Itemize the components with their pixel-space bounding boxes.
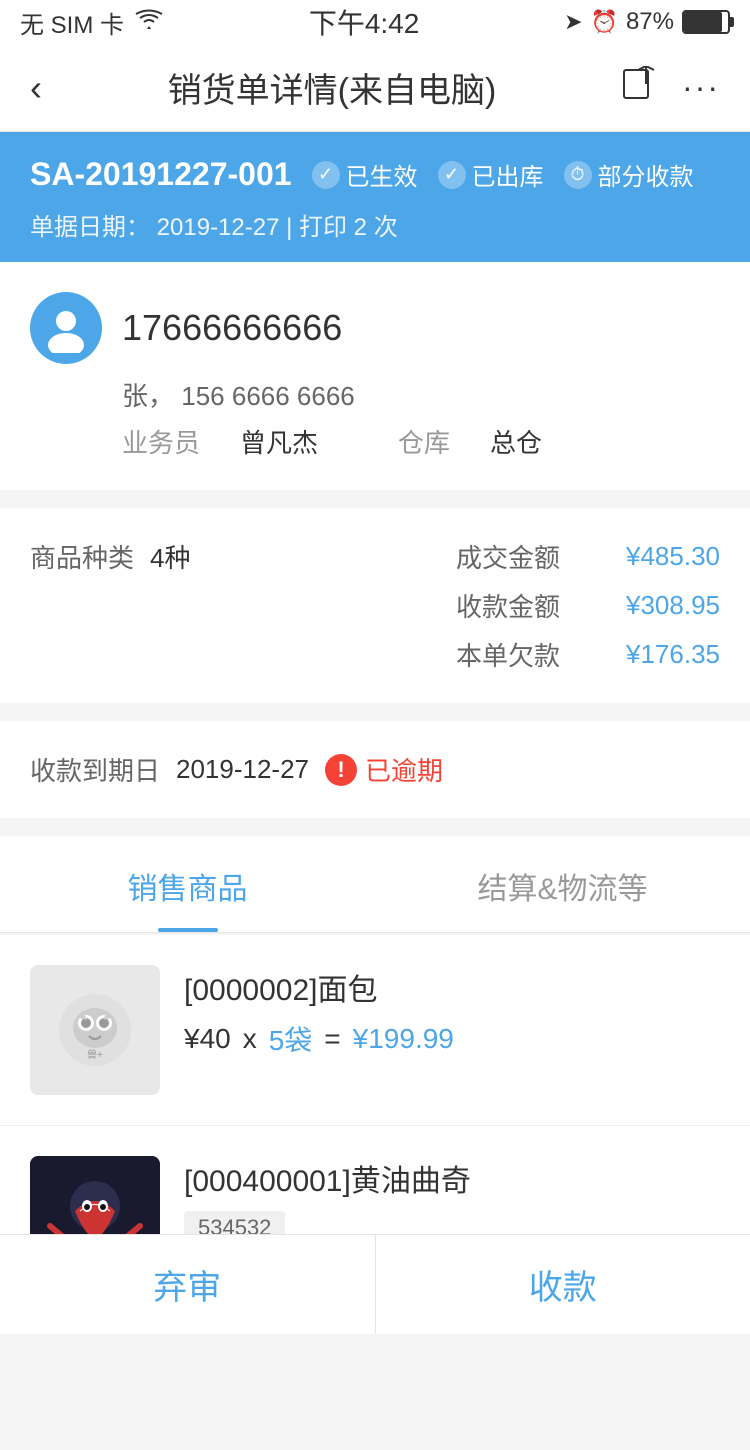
svg-text:兽+: 兽+ — [87, 1048, 103, 1061]
customer-info-row: 业务员 曾凡杰 仓库 总仓 — [122, 423, 720, 460]
clock-icon: ⏱ — [564, 161, 592, 189]
alarm-icon: ⏰ — [591, 9, 618, 35]
customer-name-phone: 张， 156 6666 6666 — [122, 376, 720, 413]
back-button[interactable]: ‹ — [30, 67, 42, 109]
customer-section: 17666666666 张， 156 6666 6666 业务员 曾凡杰 仓库 … — [0, 262, 750, 490]
product-info-1: [0000002]面包 ¥40 x 5袋 = ¥199.99 — [184, 965, 720, 1059]
carrier-label: 无 SIM 卡 — [20, 5, 124, 40]
due-date-value: 2019-12-27 — [176, 754, 309, 785]
divider-3 — [0, 820, 750, 836]
nav-bar: ‹ 销货单详情(来自电脑) ··· — [0, 44, 750, 132]
warehouse-value: 总仓 — [490, 423, 542, 460]
time-display: 下午4:42 — [309, 2, 420, 42]
cancel-button[interactable]: 弃审 — [0, 1235, 376, 1334]
order-meta: 单据日期： 2019-12-27 | 打印 2 次 — [30, 207, 720, 242]
due-section: 收款到期日 2019-12-27 ! 已逾期 — [0, 721, 750, 818]
salesperson-value: 曾凡杰 — [240, 423, 318, 460]
deal-amount-row: 成交金额 ¥485.30 — [456, 538, 720, 575]
salesperson-label: 业务员 — [122, 423, 200, 460]
tabs-section: 销售商品 结算&物流等 — [0, 836, 750, 933]
tab-settlement[interactable]: 结算&物流等 — [375, 836, 750, 932]
divider-2 — [0, 705, 750, 721]
page-title: 销货单详情(来自电脑) — [168, 63, 497, 112]
stats-right: 成交金额 ¥485.30 收款金额 ¥308.95 本单欠款 ¥176.35 — [456, 538, 720, 673]
price-base-1: ¥40 — [184, 1023, 231, 1055]
due-label: 收款到期日 — [30, 751, 160, 788]
confirm-button[interactable]: 收款 — [376, 1235, 750, 1334]
customer-avatar — [30, 292, 102, 364]
warehouse-label: 仓库 — [398, 423, 450, 460]
status-partial: ⏱ 部分收款 — [564, 157, 694, 192]
owed-value: ¥176.35 — [580, 639, 720, 670]
battery-icon — [682, 10, 730, 34]
status-left: 无 SIM 卡 — [20, 5, 164, 40]
battery-percent: 87% — [626, 8, 674, 36]
nav-actions: ··· — [622, 66, 720, 110]
deal-amount-value: ¥485.30 — [580, 541, 720, 572]
category-count: 4种 — [150, 538, 190, 575]
status-effective: ✓ 已生效 — [312, 157, 418, 192]
divider-1 — [0, 492, 750, 508]
product-price-row-1: ¥40 x 5袋 = ¥199.99 — [184, 1019, 720, 1059]
order-header: SA-20191227-001 ✓ 已生效 ✓ 已出库 ⏱ 部分收款 单据日期：… — [0, 132, 750, 262]
deal-amount-label: 成交金额 — [456, 538, 560, 575]
overdue-icon: ! — [325, 754, 357, 786]
status-right: ➤ ⏰ 87% — [564, 8, 730, 36]
customer-phone: 17666666666 — [122, 307, 342, 349]
list-item: 兽+ [0000002]面包 ¥40 x 5袋 = ¥199.99 — [0, 935, 750, 1126]
bottom-bar: 弃审 收款 — [0, 1234, 750, 1334]
product-image-1: 兽+ — [30, 965, 160, 1095]
product-name-1: [0000002]面包 — [184, 965, 720, 1009]
price-qty-1: 5袋 — [269, 1019, 313, 1059]
status-bar: 无 SIM 卡 下午4:42 ➤ ⏰ 87% — [0, 0, 750, 44]
price-total-1: ¥199.99 — [353, 1023, 454, 1055]
overdue-badge: ! 已逾期 — [325, 751, 443, 788]
received-label: 收款金额 — [456, 587, 560, 624]
order-id: SA-20191227-001 — [30, 156, 292, 193]
check-icon: ✓ — [312, 161, 340, 189]
location-icon: ➤ — [564, 9, 582, 35]
status-shipped: ✓ 已出库 — [438, 157, 544, 192]
tab-sales-products[interactable]: 销售商品 — [0, 836, 375, 932]
share-icon[interactable] — [622, 66, 658, 110]
category-label: 商品种类 — [30, 538, 134, 575]
more-icon[interactable]: ··· — [682, 69, 720, 106]
wifi-icon — [134, 8, 164, 37]
check-icon2: ✓ — [438, 161, 466, 189]
owed-label: 本单欠款 — [456, 636, 560, 673]
owed-row: 本单欠款 ¥176.35 — [456, 636, 720, 673]
received-value: ¥308.95 — [580, 590, 720, 621]
stats-left: 商品种类 4种 — [30, 538, 190, 575]
received-row: 收款金额 ¥308.95 — [456, 587, 720, 624]
stats-section: 商品种类 4种 成交金额 ¥485.30 收款金额 ¥308.95 本单欠款 ¥… — [0, 508, 750, 703]
product-name-2: [000400001]黄油曲奇 — [184, 1156, 720, 1200]
overdue-text: 已逾期 — [365, 751, 443, 788]
